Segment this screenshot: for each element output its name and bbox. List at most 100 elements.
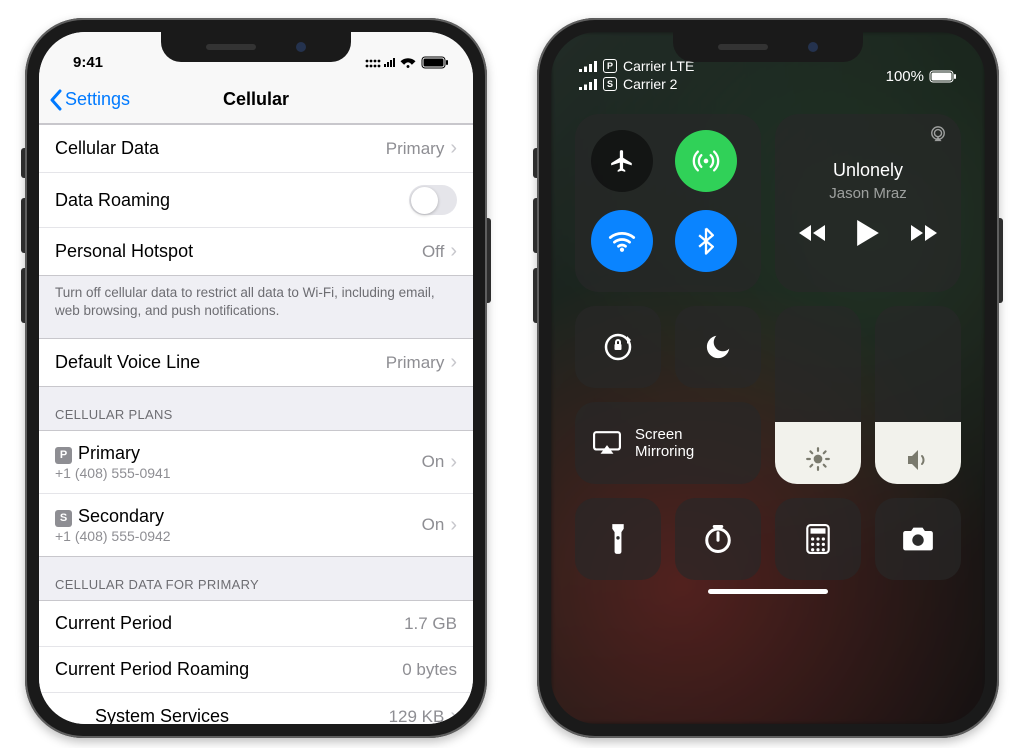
- chevron-right-icon: ›: [450, 240, 457, 263]
- battery-percent: 100%: [886, 68, 924, 85]
- value: On: [422, 452, 445, 472]
- next-button[interactable]: [909, 223, 937, 243]
- volume-slider[interactable]: [875, 306, 961, 484]
- do-not-disturb-button[interactable]: [675, 306, 761, 388]
- row-current-period: Current Period 1.7 GB: [39, 601, 473, 647]
- value: 129 KB: [389, 707, 445, 724]
- cc-status-bar: P Carrier LTE S Carrier 2 100%: [579, 58, 957, 92]
- value: On: [422, 515, 445, 535]
- phone-settings: 9:41 Settings C: [25, 18, 487, 738]
- calculator-button[interactable]: [775, 498, 861, 580]
- value: Primary: [386, 353, 445, 373]
- dual-signal-icon: [365, 56, 395, 68]
- plan-name: Secondary: [78, 506, 164, 526]
- label: Default Voice Line: [55, 352, 200, 373]
- wifi-icon: [608, 230, 636, 252]
- row-cellular-data[interactable]: Cellular Data Primary›: [39, 125, 473, 173]
- airplane-mode-button[interactable]: [591, 130, 653, 192]
- status-time: 9:41: [73, 54, 103, 71]
- plan-number: +1 (408) 555-0942: [55, 528, 171, 544]
- flashlight-icon: [610, 524, 626, 554]
- section-header-usage: CELLULAR DATA FOR PRIMARY: [39, 557, 473, 600]
- phone-control-center: P Carrier LTE S Carrier 2 100%: [537, 18, 999, 738]
- sim-badge-icon: S: [603, 77, 617, 91]
- timer-icon: [703, 524, 733, 554]
- camera-icon: [902, 526, 934, 552]
- track-title: Unlonely: [833, 160, 903, 181]
- value: Off: [422, 242, 444, 262]
- row-plan-primary[interactable]: P Primary +1 (408) 555-0941 On›: [39, 431, 473, 494]
- plan-number: +1 (408) 555-0941: [55, 465, 171, 481]
- timer-button[interactable]: [675, 498, 761, 580]
- airplay-icon: [929, 126, 947, 142]
- antenna-icon: [692, 147, 720, 175]
- value: 0 bytes: [402, 660, 457, 680]
- section-footer: Turn off cellular data to restrict all d…: [39, 276, 473, 338]
- row-plan-secondary[interactable]: S Secondary +1 (408) 555-0942 On›: [39, 494, 473, 556]
- airplay-icon: [593, 431, 621, 455]
- calculator-icon: [806, 524, 830, 554]
- carrier-label: Carrier 2: [623, 76, 677, 92]
- bluetooth-icon: [698, 227, 714, 255]
- label: Data Roaming: [55, 190, 170, 211]
- label: System Services: [55, 706, 229, 724]
- speaker-icon: [875, 448, 961, 472]
- battery-icon: [929, 70, 957, 83]
- airplane-icon: [609, 148, 635, 174]
- notch: [673, 32, 863, 62]
- label: Current Period: [55, 613, 172, 634]
- control-center-grid: Unlonely Jason Mraz: [575, 114, 961, 580]
- flashlight-button[interactable]: [575, 498, 661, 580]
- backward-icon: [799, 223, 827, 243]
- signal-bars-icon: [579, 61, 597, 72]
- sim-badge-icon: P: [55, 447, 72, 464]
- nav-bar: Settings Cellular: [39, 76, 473, 124]
- signal-bars-icon: [579, 79, 597, 90]
- chevron-right-icon: ›: [450, 705, 457, 724]
- value: 1.7 GB: [404, 614, 457, 634]
- chevron-right-icon: ›: [450, 137, 457, 160]
- chevron-right-icon: ›: [450, 514, 457, 537]
- bluetooth-button[interactable]: [675, 210, 737, 272]
- sim-badge-icon: S: [55, 510, 72, 527]
- row-personal-hotspot[interactable]: Personal Hotspot Off ›: [39, 228, 473, 275]
- row-default-voice-line[interactable]: Default Voice Line Primary›: [39, 339, 473, 386]
- rotation-lock-icon: [601, 330, 635, 364]
- row-system-services[interactable]: System Services 129 KB ›: [39, 693, 473, 724]
- play-icon: [857, 220, 879, 246]
- screen-mirroring-label: Screen Mirroring: [635, 426, 694, 461]
- page-title: Cellular: [39, 89, 473, 110]
- orientation-lock-button[interactable]: [575, 306, 661, 388]
- connectivity-platter[interactable]: [575, 114, 761, 292]
- row-current-period-roaming: Current Period Roaming 0 bytes: [39, 647, 473, 693]
- moon-icon: [703, 332, 733, 362]
- chevron-right-icon: ›: [450, 451, 457, 474]
- cellular-data-button[interactable]: [675, 130, 737, 192]
- value: Primary: [386, 139, 445, 159]
- brightness-slider[interactable]: [775, 306, 861, 484]
- wifi-button[interactable]: [591, 210, 653, 272]
- battery-icon: [421, 56, 449, 69]
- home-indicator[interactable]: [708, 589, 828, 594]
- section-header-plans: CELLULAR PLANS: [39, 387, 473, 430]
- carrier-label: Carrier LTE: [623, 58, 694, 74]
- sun-icon: [775, 446, 861, 472]
- previous-button[interactable]: [799, 223, 827, 243]
- track-artist: Jason Mraz: [829, 185, 907, 202]
- camera-button[interactable]: [875, 498, 961, 580]
- row-data-roaming[interactable]: Data Roaming: [39, 173, 473, 228]
- play-button[interactable]: [857, 220, 879, 246]
- toggle-data-roaming[interactable]: [409, 185, 457, 215]
- forward-icon: [909, 223, 937, 243]
- label: Cellular Data: [55, 138, 159, 159]
- screen-mirroring-button[interactable]: Screen Mirroring: [575, 402, 761, 484]
- sim-badge-icon: P: [603, 59, 617, 73]
- now-playing-platter[interactable]: Unlonely Jason Mraz: [775, 114, 961, 292]
- chevron-right-icon: ›: [450, 351, 457, 374]
- notch: [161, 32, 351, 62]
- plan-name: Primary: [78, 443, 140, 463]
- settings-list[interactable]: Cellular Data Primary› Data Roaming Pers…: [39, 124, 473, 724]
- wifi-icon: [399, 56, 417, 68]
- label: Personal Hotspot: [55, 241, 193, 262]
- label: Current Period Roaming: [55, 659, 249, 680]
